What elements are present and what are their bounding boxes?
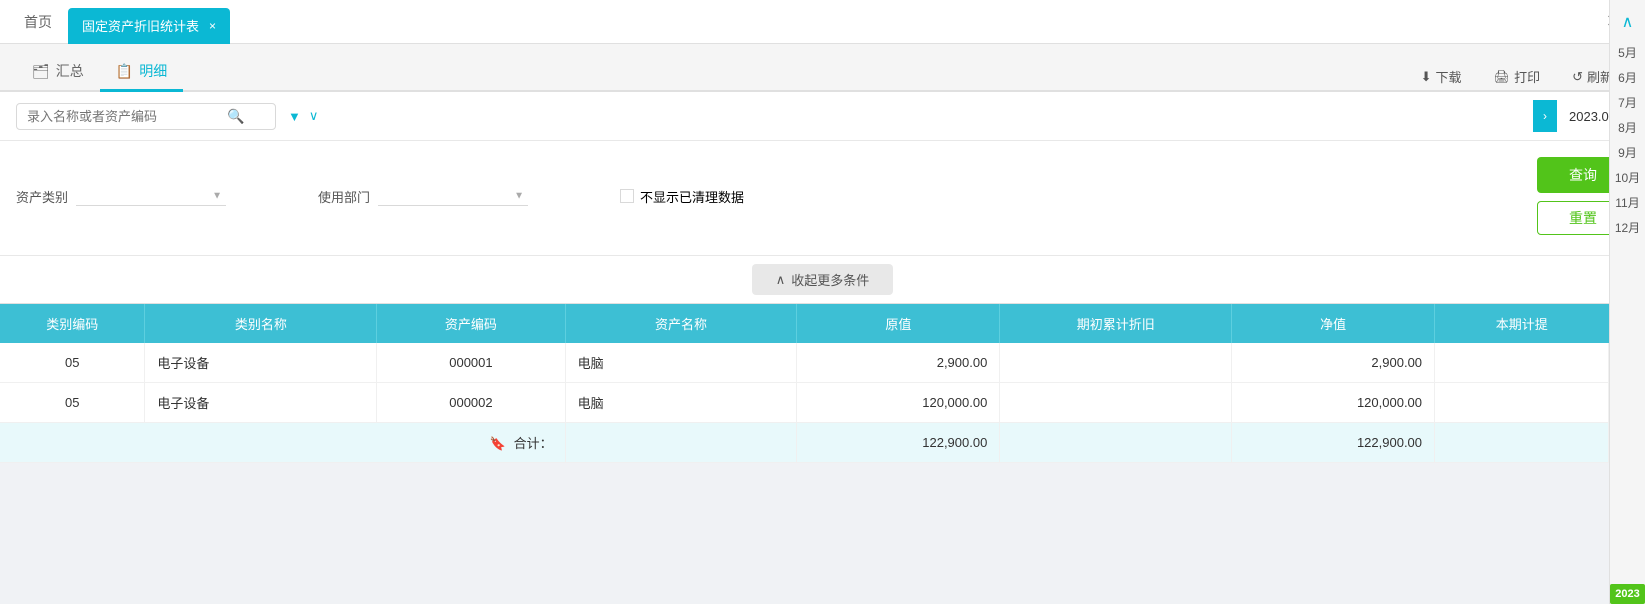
print-label: 打印 [1514,67,1540,86]
print-icon: 🖨 [1494,69,1511,85]
date-nav-arrow[interactable]: › [1533,100,1557,132]
search-input-wrap[interactable]: 🔍 [16,103,276,130]
cell-cat-name: 电子设备 [145,343,377,383]
collapse-icon: ∧ [776,272,786,288]
cell-asset-code: 000002 [377,383,565,423]
download-button[interactable]: ⬇ 下载 [1421,67,1462,86]
detail-icon: 📋 [116,63,133,80]
search-input[interactable] [27,109,227,124]
table-header-row: 类别编码 类别名称 资产编码 资产名称 原值 期初累计折旧 净值 本期计提 [0,304,1609,343]
tab-detail[interactable]: 📋 明细 [100,53,183,92]
cell-net-value: 120,000.00 [1232,383,1435,423]
collapse-bar: ∧ 收起更多条件 [0,256,1645,304]
month-item[interactable]: 7月 [1613,90,1642,115]
month-item[interactable]: 8月 [1613,115,1642,140]
nav-home[interactable]: 首页 [16,8,60,36]
asset-type-field: 资产类别 ▼ [16,186,226,206]
col-accum-depr: 期初累计折旧 [1000,304,1232,343]
department-select-wrap[interactable]: ▼ [378,186,528,206]
col-asset-code: 资产编码 [377,304,565,343]
nav-tab-fixed-assets[interactable]: 固定资产折旧统计表 × [68,8,230,44]
total-current-depr [1435,423,1609,463]
col-asset-name: 资产名称 [565,304,797,343]
col-original-value: 原值 [797,304,1000,343]
cell-asset-name: 电脑 [565,343,797,383]
total-accum-depr [1000,423,1232,463]
asset-type-select-wrap[interactable]: ▼ [76,186,226,206]
hide-cleared-checkbox[interactable] [620,189,634,203]
data-table-wrap: 类别编码 类别名称 资产编码 资产名称 原值 期初累计折旧 净值 本期计提 05… [0,304,1609,463]
scroll-up-icon[interactable]: ∧ [1618,8,1638,36]
cell-original-value: 120,000.00 [797,383,1000,423]
right-panel: ∧ 5月6月7月8月9月10月11月12月 2023 [1609,0,1645,604]
nav-tab-close[interactable]: × [209,19,216,33]
cell-net-value: 2,900.00 [1232,343,1435,383]
collapse-button[interactable]: ∧ 收起更多条件 [752,264,894,295]
month-item[interactable]: 12月 [1613,215,1642,240]
cell-asset-name: 电脑 [565,383,797,423]
top-nav: 首页 固定资产折旧统计表 × ✕ [0,0,1645,44]
download-icon: ⬇ [1421,69,1432,85]
filter-icon: ▼ [288,109,301,124]
cell-current-depr [1435,343,1609,383]
search-icon[interactable]: 🔍 [227,108,244,125]
table-row[interactable]: 05 电子设备 000002 电脑 120,000.00 120,000.00 [0,383,1609,423]
table-row[interactable]: 05 电子设备 000001 电脑 2,900.00 2,900.00 [0,343,1609,383]
chevron-down-icon: ∨ [309,108,319,124]
total-label: 🔖 合计： [0,423,565,463]
tab-summary[interactable]: 🗂 汇总 [16,53,100,92]
summary-icon: 🗂 [32,63,50,80]
toolbar: ⬇ 下载 🖨 打印 ↺ 刷新 [1405,63,1629,90]
month-list: 5月6月7月8月9月10月11月12月 [1613,40,1642,240]
total-row: 🔖 合计： 122,900.00 122,900.00 [0,423,1609,463]
total-icon: 🔖 [490,436,506,451]
department-label: 使用部门 [318,187,370,206]
search-bar: 🔍 ▼ ∨ › 2023.01 [0,92,1645,141]
cell-cat-code: 05 [0,383,145,423]
tab-bar: 🗂 汇总 📋 明细 ⬇ 下载 🖨 打印 ↺ 刷新 [0,44,1645,92]
cell-cat-code: 05 [0,343,145,383]
total-net-value: 122,900.00 [1232,423,1435,463]
refresh-icon: ↺ [1572,69,1583,85]
month-item[interactable]: 6月 [1613,65,1642,90]
department-field: 使用部门 ▼ [318,186,528,206]
cell-original-value: 2,900.00 [797,343,1000,383]
collapse-label: 收起更多条件 [791,270,869,289]
total-original-value: 122,900.00 [797,423,1000,463]
col-current-depr: 本期计提 [1435,304,1609,343]
month-item[interactable]: 10月 [1613,165,1642,190]
asset-type-select[interactable] [76,186,226,206]
year-badge[interactable]: 2023 [1610,584,1645,604]
hide-cleared-label: 不显示已清理数据 [640,187,744,206]
col-cat-name: 类别名称 [145,304,377,343]
cell-asset-code: 000001 [377,343,565,383]
cell-current-depr [1435,383,1609,423]
col-cat-code: 类别编码 [0,304,145,343]
tab-detail-label: 明细 [139,61,167,81]
hide-cleared-group: 不显示已清理数据 [620,187,744,206]
cell-accum-depr [1000,383,1232,423]
asset-type-label: 资产类别 [16,187,68,206]
cell-accum-depr [1000,343,1232,383]
col-net-value: 净值 [1232,304,1435,343]
tab-summary-label: 汇总 [56,61,84,81]
month-item[interactable]: 5月 [1613,40,1642,65]
filter-row: 资产类别 ▼ 使用部门 ▼ 不显示已清理数据 查询 [16,157,1629,235]
total-asset-name [565,423,797,463]
filter-panel: 资产类别 ▼ 使用部门 ▼ 不显示已清理数据 查询 [0,141,1645,256]
refresh-button[interactable]: ↺ 刷新 [1572,67,1613,86]
cell-cat-name: 电子设备 [145,383,377,423]
department-select[interactable] [378,186,528,206]
download-label: 下载 [1436,67,1462,86]
nav-tab-label: 固定资产折旧统计表 [82,16,199,35]
data-table: 类别编码 类别名称 资产编码 资产名称 原值 期初累计折旧 净值 本期计提 05… [0,304,1609,463]
more-conditions-button[interactable]: ▼ ∨ [288,108,318,124]
print-button[interactable]: 🖨 打印 [1494,67,1541,86]
month-item[interactable]: 9月 [1613,140,1642,165]
month-item[interactable]: 11月 [1613,190,1642,215]
